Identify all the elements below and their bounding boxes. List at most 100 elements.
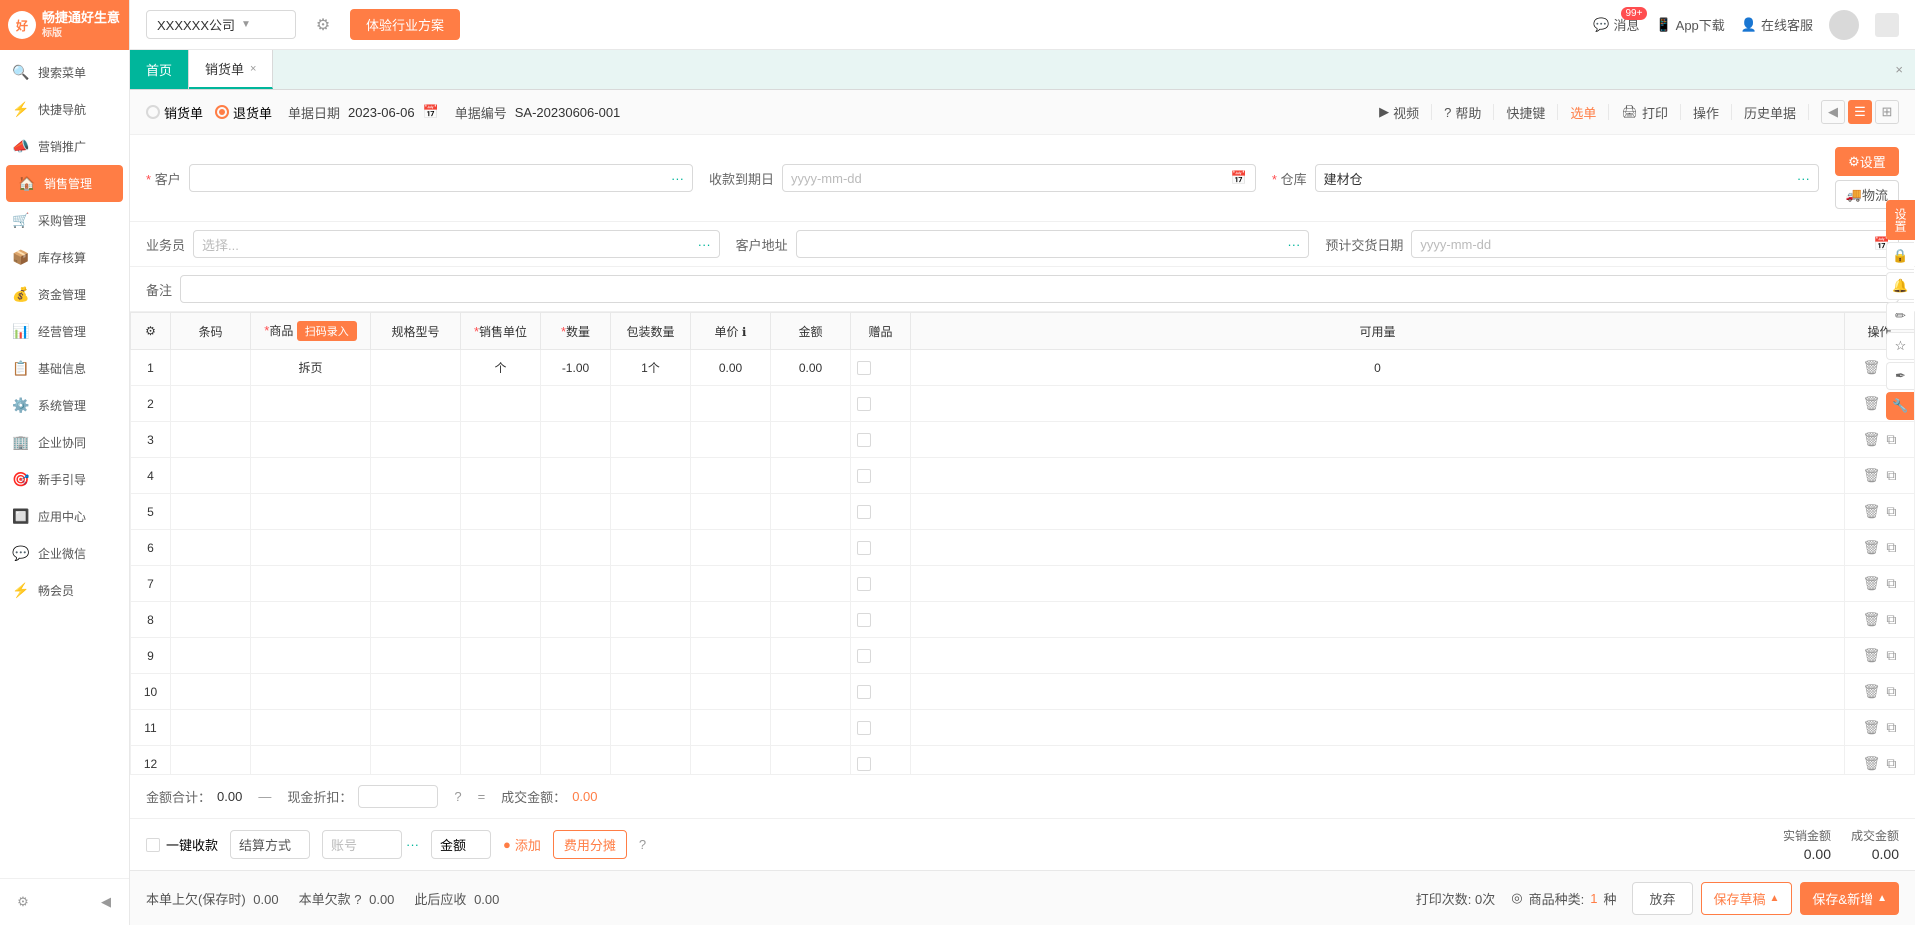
gift-checkbox[interactable] <box>857 505 871 519</box>
row-unit[interactable] <box>461 386 541 422</box>
tab-close-icon[interactable]: × <box>250 63 256 75</box>
row-product[interactable] <box>251 710 371 746</box>
delivery-date-input[interactable]: yyyy-mm-dd 📅 <box>1411 230 1899 258</box>
row-pkg-qty[interactable] <box>611 710 691 746</box>
shortcut-btn[interactable]: 快捷键 <box>1506 103 1545 122</box>
row-product[interactable] <box>251 638 371 674</box>
row-barcode[interactable] <box>171 494 251 530</box>
row-pkg-qty[interactable] <box>611 746 691 775</box>
row-gift[interactable] <box>851 638 911 674</box>
row-unit-price[interactable] <box>691 530 771 566</box>
gift-checkbox[interactable] <box>857 469 871 483</box>
pay-account-input[interactable]: 账号 <box>322 830 402 859</box>
row-pkg-qty[interactable] <box>611 674 691 710</box>
th-settings[interactable]: ⚙ <box>131 313 171 350</box>
row-quantity[interactable] <box>541 602 611 638</box>
gift-checkbox[interactable] <box>857 577 871 591</box>
right-panel-settings[interactable]: 设置 <box>1886 200 1915 240</box>
row-unit-price[interactable] <box>691 746 771 775</box>
row-product[interactable] <box>251 530 371 566</box>
row-spec[interactable] <box>371 386 461 422</box>
gift-checkbox[interactable] <box>857 613 871 627</box>
row-amount[interactable] <box>771 746 851 775</box>
sidebar-item-search[interactable]: 🔍 搜索菜单 <box>0 54 129 91</box>
row-gift[interactable] <box>851 350 911 386</box>
row-quantity[interactable]: -1.00 <box>541 350 611 386</box>
row-unit-price[interactable] <box>691 638 771 674</box>
delete-row-icon[interactable]: 🗑 <box>1863 431 1881 448</box>
row-unit[interactable] <box>461 566 541 602</box>
sale-order-radio[interactable]: 销货单 <box>146 103 203 122</box>
right-panel-edit-icon[interactable]: ✏ <box>1886 302 1914 330</box>
row-gift[interactable] <box>851 422 911 458</box>
remark-input[interactable] <box>180 275 1899 303</box>
delete-row-icon[interactable]: 🗑 <box>1863 683 1881 700</box>
row-unit[interactable] <box>461 638 541 674</box>
row-gift[interactable] <box>851 530 911 566</box>
row-spec[interactable] <box>371 674 461 710</box>
right-panel-star-icon[interactable]: ☆ <box>1886 332 1914 360</box>
row-barcode[interactable] <box>171 638 251 674</box>
delete-row-icon[interactable]: 🗑 <box>1863 647 1881 664</box>
row-unit-price[interactable] <box>691 674 771 710</box>
video-btn[interactable]: ▶ 视频 <box>1379 103 1419 122</box>
delete-row-icon[interactable]: 🗑 <box>1863 755 1881 772</box>
sidebar-item-appstore[interactable]: 🔲 应用中心 <box>0 498 129 535</box>
row-unit-price[interactable] <box>691 566 771 602</box>
one-click-checkbox[interactable] <box>146 838 160 852</box>
row-quantity[interactable] <box>541 710 611 746</box>
row-spec[interactable] <box>371 350 461 386</box>
sidebar-item-operations[interactable]: 📊 经营管理 <box>0 313 129 350</box>
row-amount[interactable] <box>771 602 851 638</box>
date-picker-icon[interactable]: 📅 <box>423 104 439 120</box>
row-product[interactable] <box>251 746 371 775</box>
gift-checkbox[interactable] <box>857 649 871 663</box>
delete-row-icon[interactable]: 🗑 <box>1863 359 1881 376</box>
salesman-input[interactable]: 选择... ··· <box>193 230 720 258</box>
tab-sale-order[interactable]: 销货单 × <box>189 50 273 89</box>
row-amount[interactable] <box>771 422 851 458</box>
customer-dots-icon[interactable]: ··· <box>671 171 684 186</box>
row-unit[interactable] <box>461 674 541 710</box>
delete-row-icon[interactable]: 🗑 <box>1863 395 1881 412</box>
row-gift[interactable] <box>851 458 911 494</box>
history-btn[interactable]: 历史单据 <box>1744 103 1796 122</box>
sidebar-item-finance[interactable]: 💰 资金管理 <box>0 276 129 313</box>
row-unit-price[interactable] <box>691 494 771 530</box>
trial-button[interactable]: 体验行业方案 <box>350 9 460 40</box>
row-barcode[interactable] <box>171 422 251 458</box>
row-gift[interactable] <box>851 602 911 638</box>
row-quantity[interactable] <box>541 386 611 422</box>
row-pkg-qty[interactable] <box>611 530 691 566</box>
right-panel-pen-icon[interactable]: ✒ <box>1886 362 1914 390</box>
copy-row-icon[interactable]: ⧉ <box>1886 647 1896 664</box>
row-amount[interactable] <box>771 458 851 494</box>
add-payment-btn[interactable]: ● 添加 <box>503 835 541 854</box>
sidebar-item-guide[interactable]: 🎯 新手引导 <box>0 461 129 498</box>
fee-split-btn[interactable]: 费用分摊 <box>553 830 627 859</box>
row-barcode[interactable] <box>171 530 251 566</box>
gift-checkbox[interactable] <box>857 397 871 411</box>
row-barcode[interactable] <box>171 386 251 422</box>
row-amount[interactable] <box>771 494 851 530</box>
fee-help-icon[interactable]: ? <box>639 837 646 852</box>
company-selector[interactable]: XXXXXX公司 ▼ <box>146 10 296 39</box>
row-product[interactable] <box>251 494 371 530</box>
row-pkg-qty[interactable] <box>611 422 691 458</box>
row-pkg-qty[interactable] <box>611 602 691 638</box>
select-btn[interactable]: 选单 <box>1570 103 1596 122</box>
row-unit-price[interactable] <box>691 710 771 746</box>
sidebar-item-enterprise[interactable]: 🏢 企业协同 <box>0 424 129 461</box>
row-barcode[interactable] <box>171 458 251 494</box>
delete-row-icon[interactable]: 🗑 <box>1863 539 1881 556</box>
row-pkg-qty[interactable] <box>611 566 691 602</box>
right-panel-lock-icon[interactable]: 🔒 <box>1886 242 1914 270</box>
row-quantity[interactable] <box>541 494 611 530</box>
row-spec[interactable] <box>371 494 461 530</box>
row-gift[interactable] <box>851 746 911 775</box>
row-amount[interactable]: 0.00 <box>771 350 851 386</box>
row-unit[interactable] <box>461 458 541 494</box>
row-unit[interactable] <box>461 710 541 746</box>
grid-view-btn[interactable]: ⊞ <box>1875 100 1899 124</box>
row-pkg-qty[interactable] <box>611 386 691 422</box>
